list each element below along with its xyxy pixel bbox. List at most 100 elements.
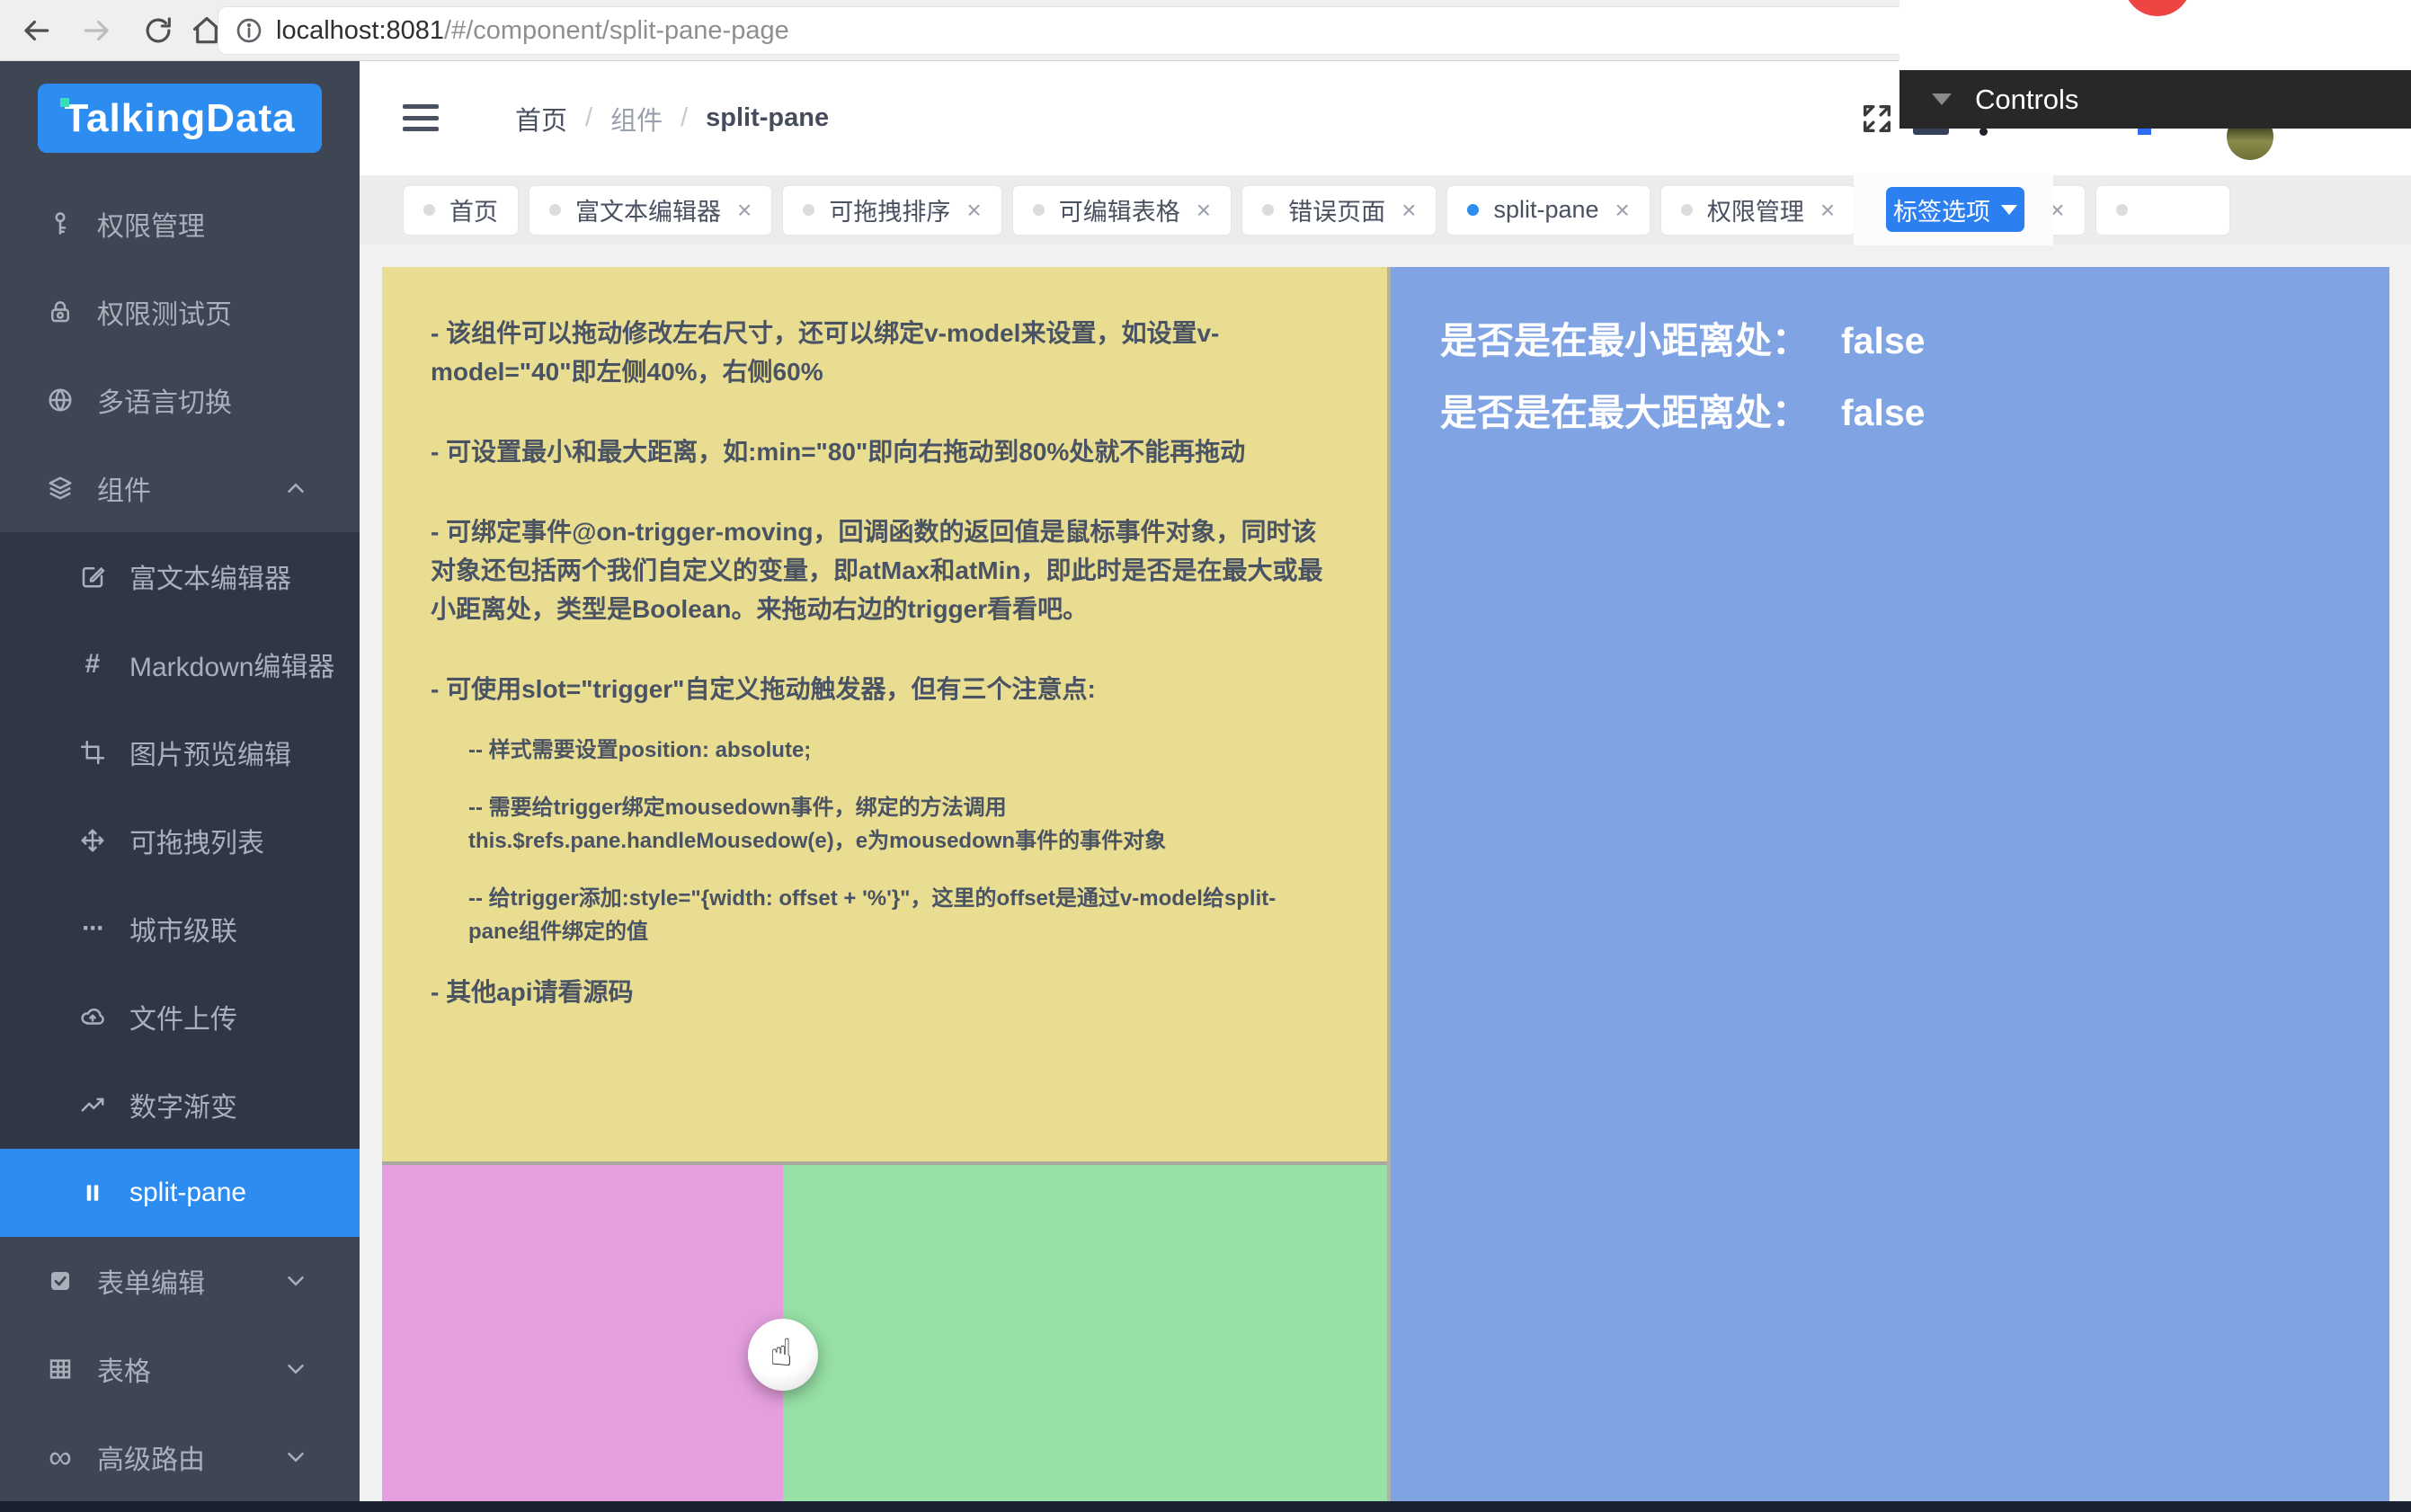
sidebar-item-table[interactable]: 表格: [0, 1325, 360, 1413]
sidebar-item-label: 表单编辑: [97, 1269, 205, 1299]
controls-bar[interactable]: Controls: [1899, 70, 2411, 129]
note-paragraph: - 其他api请看源码: [431, 978, 634, 1006]
sidebar-item-components[interactable]: 组件: [0, 444, 360, 532]
note-paragraph: - 可使用slot="trigger"自定义拖动触发器，但有三个注意点:: [431, 675, 1096, 703]
sidebar-item-label: 文件上传: [129, 1005, 237, 1035]
note-sub-paragraph: -- 给trigger添加:style="{width: offset + '%…: [468, 886, 1277, 944]
sidebar-item-label: 组件: [97, 476, 151, 506]
refresh-icon[interactable]: [138, 11, 178, 50]
sidebar-item-permission-admin[interactable]: 权限管理: [0, 180, 360, 268]
crop-icon: [80, 740, 105, 765]
tab-partial[interactable]: [2095, 184, 2230, 236]
tab-dot-icon: [549, 204, 561, 216]
menu-toggle-icon[interactable]: [403, 101, 439, 135]
tab-error-page[interactable]: 错误页面 ×: [1241, 184, 1437, 236]
tab-dot-icon: [1680, 204, 1693, 216]
sidebar-item-i18n[interactable]: 多语言切换: [0, 356, 360, 444]
sidebar-item-rich-editor[interactable]: 富文本编辑器: [0, 532, 360, 620]
sidebar-item-draggable-list[interactable]: 可拖拽列表: [0, 796, 360, 885]
tab-split-pane[interactable]: split-pane ×: [1446, 184, 1650, 236]
note-paragraph: - 可设置最小和最大距离，如:min="80"即向右拖动到80%处就不能再拖动: [431, 438, 1246, 466]
status-label: 是否是在最小距离处：: [1440, 320, 1809, 361]
tab-close-icon[interactable]: ×: [1820, 196, 1835, 225]
sidebar-item-form-edit[interactable]: 表单编辑: [0, 1237, 360, 1325]
split-right-pane: 是否是在最小距离处： false 是否是在最大距离处： false: [1391, 267, 2389, 1501]
sidebar-item-image-preview[interactable]: 图片预览编辑: [0, 708, 360, 796]
note-sub-paragraph: -- 样式需要设置position: absolute;: [468, 738, 812, 762]
tab-permission-admin[interactable]: 权限管理 ×: [1659, 184, 1856, 236]
tab-dot-icon: [803, 204, 815, 216]
tab-dot-icon: [2115, 204, 2128, 216]
infinity-icon: ∞: [49, 1438, 72, 1475]
breadcrumb-current: split-pane: [706, 103, 830, 132]
chevron-down-icon: [288, 1365, 304, 1374]
split-drag-trigger[interactable]: ☝: [748, 1319, 818, 1391]
tab-close-icon[interactable]: ×: [737, 196, 752, 225]
forward-icon[interactable]: [77, 11, 117, 50]
sidebar-item-label: 可拖拽列表: [129, 829, 264, 858]
note-paragraph: - 可绑定事件@on-trigger-moving，回调函数的返回值是鼠标事件对…: [431, 518, 1323, 623]
components-submenu: 富文本编辑器 # Markdown编辑器 图片预览编辑 可拖拽列表 ··· 城市…: [0, 532, 360, 1237]
nested-left-pane: [382, 1165, 783, 1501]
lock-icon: [51, 301, 69, 323]
tab-rich-editor[interactable]: 富文本编辑器 ×: [529, 184, 773, 236]
sidebar-item-label: 表格: [97, 1357, 151, 1387]
pause-icon: [86, 1185, 99, 1201]
status-line-max: 是否是在最大距离处： false: [1440, 389, 2353, 437]
tab-label: 可编辑表格: [1058, 199, 1180, 226]
tab-label: 错误页面: [1288, 199, 1386, 226]
tab-dot-icon: [1032, 204, 1045, 216]
caret-down-icon: [2001, 204, 2017, 215]
breadcrumb-separator: /: [585, 103, 593, 132]
trending-up-icon: [81, 1098, 104, 1112]
move-icon: [81, 829, 104, 852]
sidebar-item-label: 权限管理: [97, 212, 205, 242]
page-tabs: 首页 富文本编辑器 × 可拖拽排序 × 可编辑表格 × 错误页面 × split…: [360, 175, 2411, 245]
status-value: false: [1841, 392, 1926, 433]
tab-close-icon[interactable]: ×: [1197, 196, 1211, 225]
sidebar-item-markdown-editor[interactable]: # Markdown编辑器: [0, 620, 360, 708]
url-path: /#/component/split-pane-page: [444, 15, 789, 45]
table-icon: [49, 1359, 71, 1379]
page-info-icon[interactable]: [235, 16, 263, 45]
tab-editable-table[interactable]: 可编辑表格 ×: [1011, 184, 1232, 236]
breadcrumb: 首页 / 组件 / split-pane: [515, 61, 829, 175]
caret-down-icon: [1932, 93, 1952, 105]
overlay-canvas: [1899, 0, 2411, 70]
status-value: false: [1841, 320, 1926, 361]
sidebar-item-label: 数字渐变: [129, 1093, 237, 1123]
sidebar-item-advanced-router[interactable]: ∞ 高级路由: [0, 1413, 360, 1501]
breadcrumb-home[interactable]: 首页: [515, 100, 567, 138]
tab-drag-sort[interactable]: 可拖拽排序 ×: [782, 184, 1002, 236]
breadcrumb-separator: /: [681, 103, 689, 132]
tab-close-icon[interactable]: ×: [966, 196, 981, 225]
globe-icon: [49, 388, 72, 412]
chevron-up-icon: [288, 483, 304, 493]
sidebar-item-split-pane[interactable]: split-pane: [0, 1149, 360, 1237]
sidebar-item-count-to[interactable]: 数字渐变: [0, 1061, 360, 1149]
checkbox-icon: [51, 1272, 69, 1290]
breadcrumb-components[interactable]: 组件: [610, 100, 663, 138]
sidebar-item-permission-test[interactable]: 权限测试页: [0, 268, 360, 356]
sidebar-item-file-upload[interactable]: 文件上传: [0, 973, 360, 1061]
sidebar-item-label: 城市级联: [129, 917, 237, 947]
tab-label: 首页: [449, 199, 498, 226]
fullscreen-icon[interactable]: [1859, 101, 1895, 137]
ellipsis-icon: ···: [82, 913, 105, 943]
app-logo[interactable]: TalkingData: [38, 84, 322, 153]
tab-dot-icon: [1467, 204, 1480, 216]
tab-label: 可拖拽排序: [829, 199, 951, 226]
note-paragraph: - 该组件可以拖动修改左右尺寸，还可以绑定v-model来设置，如设置v-mod…: [431, 319, 1220, 386]
storybook-overlay: Controls: [1899, 0, 2411, 129]
sidebar-item-city-cascade[interactable]: ··· 城市级联: [0, 885, 360, 973]
sidebar-item-label: split-pane: [129, 1178, 247, 1207]
url-bar[interactable]: localhost:8081/#/component/split-pane-pa…: [218, 6, 1908, 55]
tab-close-icon[interactable]: ×: [1401, 196, 1416, 225]
tab-options-button[interactable]: 标签选项: [1886, 187, 2024, 232]
tab-label: 富文本编辑器: [575, 199, 721, 226]
tab-close-icon[interactable]: ×: [1615, 196, 1630, 225]
nested-right-pane: [783, 1165, 1387, 1501]
hand-cursor-icon: ☝: [770, 1330, 793, 1374]
tab-home[interactable]: 首页: [403, 184, 519, 236]
back-icon[interactable]: [16, 11, 56, 50]
